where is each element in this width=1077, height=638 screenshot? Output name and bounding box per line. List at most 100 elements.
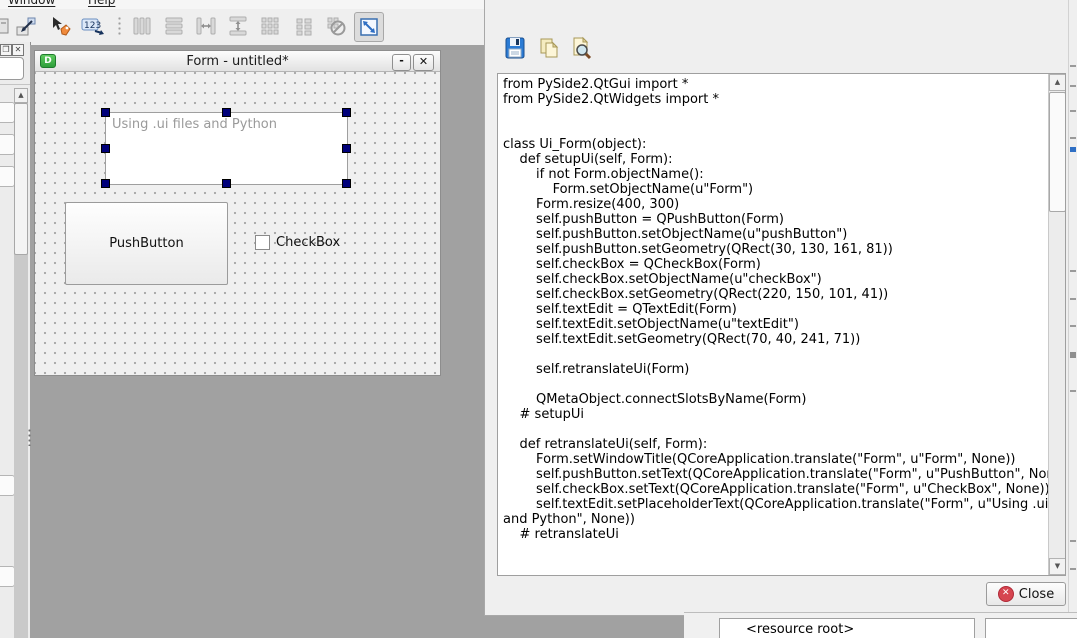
close-button-label: Close: [1019, 587, 1054, 602]
edit-signals-slots-icon[interactable]: [12, 12, 40, 40]
pushbutton-widget[interactable]: PushButton: [65, 202, 228, 285]
close-button[interactable]: ✕ Close: [986, 582, 1066, 606]
break-layout-icon[interactable]: [322, 12, 350, 40]
form-window-titlebar[interactable]: D Form - untitled* - ✕: [35, 51, 440, 72]
code-line: Form.setObjectName(u"Form"): [503, 182, 1048, 197]
minimize-button[interactable]: -: [392, 54, 411, 71]
svg-text:123: 123: [84, 21, 101, 31]
form-window-title: Form - untitled*: [35, 54, 440, 69]
form-designer-window: D Form - untitled* - ✕ Using .ui files a…: [34, 50, 441, 376]
code-line: self.textEdit.setPlaceholderText(QCoreAp…: [503, 497, 1048, 512]
selection-handle[interactable]: [101, 108, 110, 117]
code-line: def retranslateUi(self, Form):: [503, 437, 1048, 452]
panel-divider: [0, 84, 30, 85]
copy-icon[interactable]: [535, 34, 563, 62]
code-line: from PySide2.QtWidgets import *: [503, 92, 1048, 107]
code-line: self.textEdit = QTextEdit(Form): [503, 302, 1048, 317]
code-line: self.checkBox = QCheckBox(Form): [503, 257, 1048, 272]
code-preview-dialog: from PySide2.QtGui import *from PySide2.…: [484, 0, 1069, 616]
edit-widgets-icon[interactable]: [0, 12, 12, 40]
panel-edge-tick: [1070, 568, 1076, 570]
save-icon[interactable]: [501, 34, 529, 62]
widget-list-item[interactable]: [0, 166, 15, 187]
layout-form-icon[interactable]: [290, 12, 318, 40]
code-line: self.textEdit.setGeometry(QRect(70, 40, …: [503, 332, 1048, 347]
code-line: self.checkBox.setObjectName(u"checkBox"): [503, 272, 1048, 287]
form-canvas[interactable]: Using .ui files and Python PushButton Ch…: [35, 72, 440, 375]
code-scrollbar[interactable]: ▲ ▼: [1048, 74, 1065, 575]
layout-horizontally-splitter-icon[interactable]: [192, 12, 220, 40]
edit-buddies-icon[interactable]: [47, 12, 75, 40]
widget-list-item[interactable]: [0, 134, 15, 155]
panel-edge-tick: [1070, 352, 1076, 358]
code-line: if not Form.objectName():: [503, 167, 1048, 182]
scroll-up-icon[interactable]: ▲: [14, 88, 28, 103]
code-line: self.pushButton.setGeometry(QRect(30, 13…: [503, 242, 1048, 257]
designer-form-icon: D: [40, 54, 56, 68]
panel-edge-tick: [1070, 65, 1076, 67]
qt-designer-screen: Window Help 123: [0, 0, 1077, 638]
selection-handle[interactable]: [222, 179, 231, 188]
edit-tab-order-icon[interactable]: 123: [79, 12, 107, 40]
code-line: def setupUi(self, Form):: [503, 152, 1048, 167]
dock-close-icon[interactable]: ✕: [12, 44, 24, 56]
selection-handle[interactable]: [342, 179, 351, 188]
panel-edge-tick: [1070, 270, 1076, 272]
close-red-icon: ✕: [998, 586, 1014, 602]
code-line: [503, 347, 1048, 362]
resource-browser-panel: <resource root>: [684, 612, 1077, 638]
code-line: and Python", None)): [503, 512, 1048, 527]
selection-handle[interactable]: [342, 144, 351, 153]
scroll-up-icon[interactable]: ▲: [1049, 74, 1066, 91]
panel-edge-tick: [1070, 540, 1076, 542]
panel-edge-tick: [1070, 137, 1076, 139]
code-line: self.retranslateUi(Form): [503, 362, 1048, 377]
code-view[interactable]: from PySide2.QtGui import *from PySide2.…: [497, 73, 1066, 576]
checkbox-label: CheckBox: [276, 235, 340, 250]
widget-filter-input[interactable]: [0, 57, 24, 80]
code-line: self.pushButton.setObjectName(u"pushButt…: [503, 227, 1048, 242]
code-line: self.checkBox.setGeometry(QRect(220, 150…: [503, 287, 1048, 302]
code-line: from PySide2.QtGui import *: [503, 77, 1048, 92]
dock-float-icon[interactable]: ❐: [0, 44, 12, 56]
textedit-widget[interactable]: Using .ui files and Python: [105, 112, 348, 185]
layout-horizontally-icon[interactable]: [128, 12, 156, 40]
scrollbar-thumb[interactable]: [14, 103, 28, 255]
resource-tree[interactable]: <resource root>: [719, 618, 975, 638]
find-preview-icon[interactable]: [567, 34, 595, 62]
selection-handle[interactable]: [342, 108, 351, 117]
panel-resize-handle[interactable]: [28, 428, 31, 446]
checkbox-indicator[interactable]: [255, 235, 270, 250]
panel-edge-tick: [1070, 390, 1076, 392]
widget-list-item[interactable]: [0, 475, 15, 496]
scroll-down-icon[interactable]: ▼: [1049, 558, 1066, 575]
layout-vertically-splitter-icon[interactable]: [224, 12, 252, 40]
resource-root-item[interactable]: <resource root>: [746, 622, 854, 637]
menu-help[interactable]: Help: [88, 0, 115, 7]
selection-handle[interactable]: [222, 108, 231, 117]
adjust-size-icon[interactable]: [354, 12, 384, 42]
widget-list-item[interactable]: [0, 102, 15, 123]
widget-box-panel: ❐ ✕ ▲: [0, 42, 31, 638]
code-line: self.checkBox.setText(QCoreApplication.t…: [503, 482, 1048, 497]
panel-edge-tick: [1070, 325, 1076, 327]
menu-window[interactable]: Window: [8, 0, 55, 7]
selection-handle[interactable]: [101, 179, 110, 188]
code-line: [503, 377, 1048, 392]
code-line: [503, 107, 1048, 122]
code-line: self.textEdit.setObjectName(u"textEdit"): [503, 317, 1048, 332]
code-line: # retranslateUi: [503, 527, 1048, 542]
widget-list-item[interactable]: [0, 566, 15, 587]
layout-vertically-icon[interactable]: [160, 12, 188, 40]
toolbar-separator: [118, 16, 121, 36]
code-text: from PySide2.QtGui import *from PySide2.…: [498, 74, 1048, 575]
widget-box-scrollbar[interactable]: ▲: [14, 88, 28, 638]
scrollbar-thumb[interactable]: [1049, 92, 1066, 212]
checkbox-widget[interactable]: CheckBox: [255, 222, 356, 263]
code-line: self.pushButton = QPushButton(Form): [503, 212, 1048, 227]
selection-handle[interactable]: [101, 144, 110, 153]
close-window-button[interactable]: ✕: [413, 54, 434, 71]
resource-preview-pane[interactable]: [985, 618, 1077, 638]
panel-edge-tick: [1070, 110, 1076, 112]
layout-grid-icon[interactable]: [256, 12, 284, 40]
